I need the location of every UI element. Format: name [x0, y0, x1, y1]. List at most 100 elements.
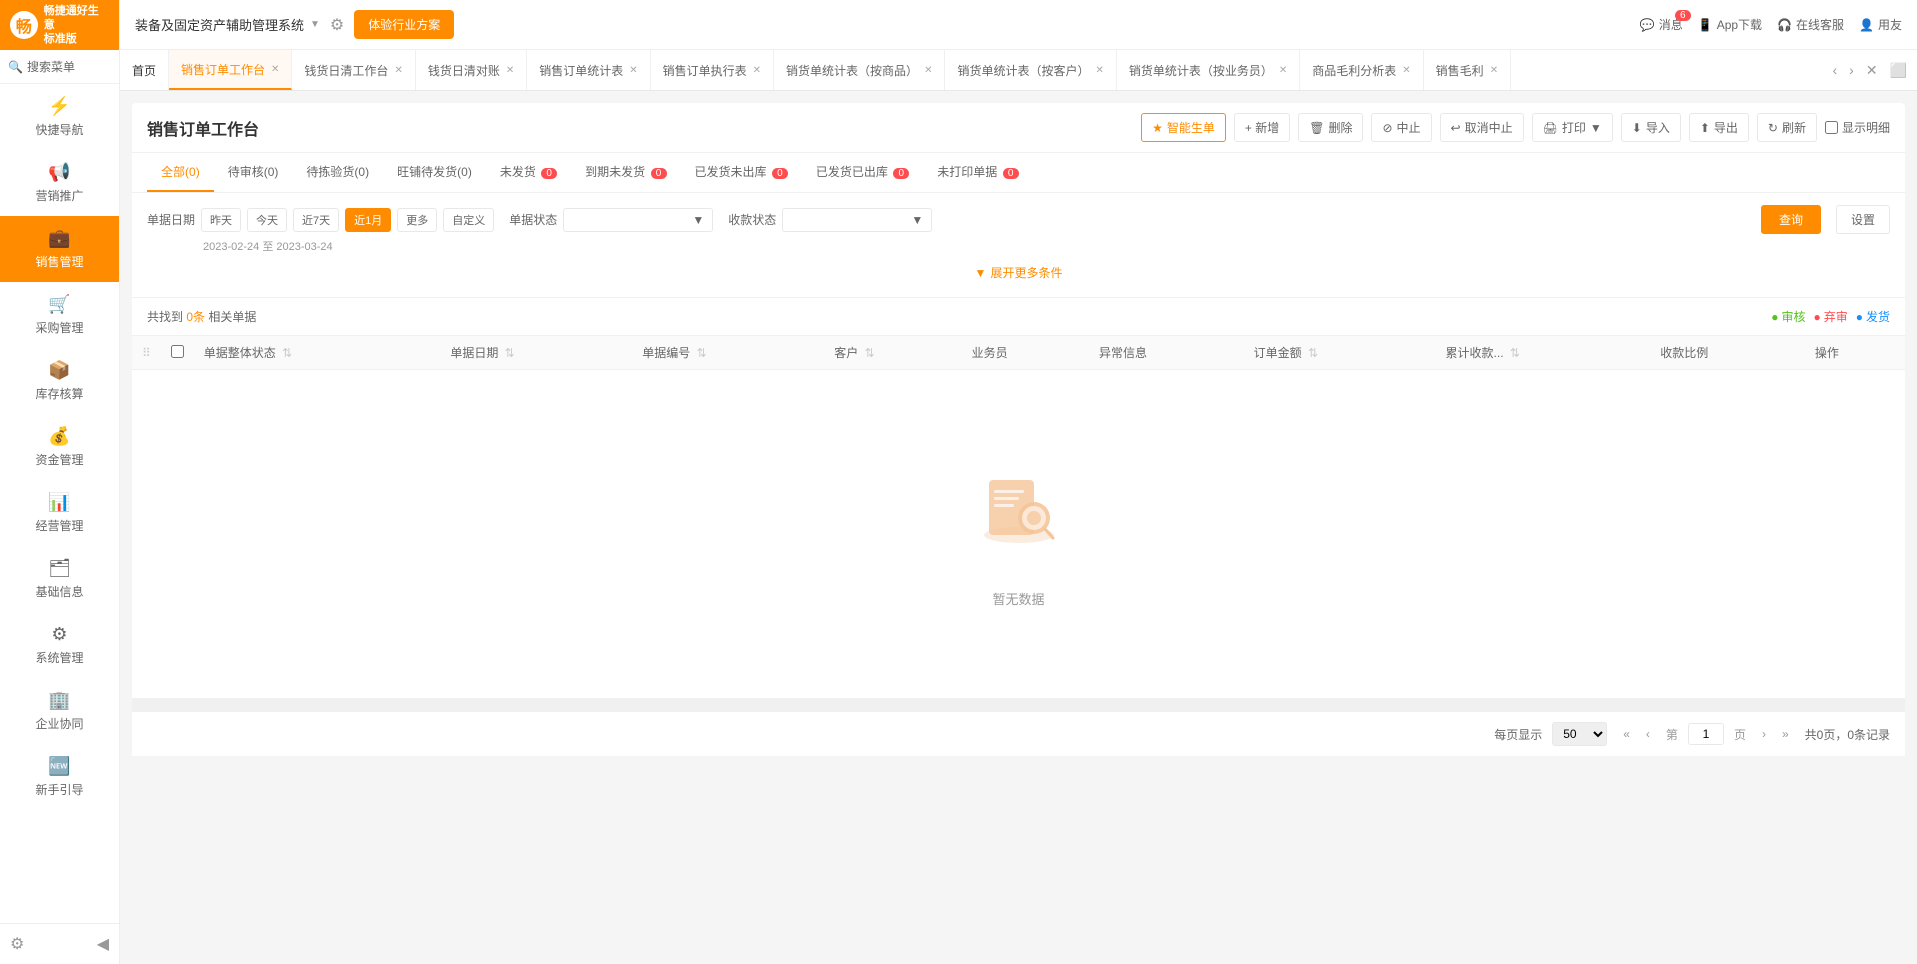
tab-sales-summary-product[interactable]: 销货单统计表（按商品） ✕ — [774, 50, 945, 90]
collapse-icon[interactable]: ◀ — [97, 934, 109, 954]
first-page-btn[interactable]: « — [1617, 725, 1636, 743]
tab-close-all-icon[interactable]: ✕ — [1862, 60, 1882, 81]
cancel-stop-btn[interactable]: ↩ 取消中止 — [1440, 113, 1524, 142]
per-page-select[interactable]: 10 20 50 100 — [1552, 722, 1607, 746]
tab-product-margin[interactable]: 商品毛利分析表 ✕ — [1300, 50, 1423, 90]
sidebar-item-purchase[interactable]: 🛒 采购管理 — [0, 282, 119, 348]
sidebar-item-system[interactable]: ⚙ 系统管理 — [0, 612, 119, 678]
trial-btn[interactable]: 体验行业方案 — [354, 10, 454, 39]
message-btn[interactable]: 💬 消息 6 — [1640, 16, 1683, 33]
status-select[interactable]: ▼ — [563, 208, 713, 232]
tab-close-sales-profit[interactable]: ✕ — [1490, 65, 1498, 76]
tab-close-sales-summary-product[interactable]: ✕ — [924, 65, 932, 76]
user-menu[interactable]: 👤 用友 — [1859, 16, 1902, 33]
next-page-btn[interactable]: › — [1756, 725, 1772, 743]
date-today[interactable]: 今天 — [247, 208, 287, 232]
search-menu[interactable]: 🔍 搜索菜单 — [0, 50, 119, 84]
table-actions: ● 审核 ● 弃审 ● 发货 — [1771, 308, 1890, 325]
set-btn[interactable]: 设置 — [1836, 205, 1890, 234]
sort-customer-icon[interactable]: ⇅ — [865, 346, 875, 360]
tab-sales-workbench[interactable]: 销售订单工作台 ✕ — [169, 50, 292, 90]
import-btn[interactable]: ⬇ 导入 — [1621, 113, 1681, 142]
status-dropdown-icon: ▼ — [692, 213, 704, 227]
tab-sales-profit[interactable]: 销售毛利 ✕ — [1424, 50, 1511, 90]
export-btn[interactable]: ⬆ 导出 — [1689, 113, 1749, 142]
filter-tab-not-shipped[interactable]: 未发货 0 — [486, 153, 571, 192]
tab-cash-daily[interactable]: 钱货日清工作台 ✕ — [292, 50, 415, 90]
tab-cash-reconcile[interactable]: 钱货日清对账 ✕ — [416, 50, 527, 90]
ship-action-btn[interactable]: ● 发货 — [1856, 308, 1890, 325]
sidebar-item-enterprise[interactable]: 🏢 企业协同 — [0, 678, 119, 744]
tab-sales-summary-customer[interactable]: 销货单统计表（按客户） ✕ — [945, 50, 1116, 90]
refresh-btn[interactable]: ↻ 刷新 — [1757, 113, 1817, 142]
stop-btn[interactable]: ⊘ 中止 — [1371, 113, 1431, 142]
last-page-btn[interactable]: » — [1776, 725, 1795, 743]
app-download-btn[interactable]: 📱 App下载 — [1698, 16, 1762, 33]
topbar-settings-icon[interactable]: ⚙ — [330, 15, 344, 35]
sidebar-item-basic[interactable]: 🗂 基础信息 — [0, 546, 119, 612]
date-yesterday[interactable]: 昨天 — [201, 208, 241, 232]
date-custom[interactable]: 自定义 — [443, 208, 494, 232]
sort-amount-icon[interactable]: ⇅ — [1308, 346, 1318, 360]
tab-maximize-icon[interactable]: ⬜ — [1886, 60, 1911, 81]
tab-close-cash-daily[interactable]: ✕ — [394, 65, 402, 76]
sort-number-icon[interactable]: ⇅ — [697, 346, 707, 360]
filter-tab-shipped-out[interactable]: 已发货已出库 0 — [802, 153, 923, 192]
sidebar-item-quick-nav[interactable]: ⚡ 快捷导航 — [0, 84, 119, 150]
tab-close-sales-exec[interactable]: ✕ — [753, 65, 761, 76]
expand-conditions-btn[interactable]: ▼ 展开更多条件 — [967, 260, 1071, 285]
delete-btn[interactable]: 🗑 删除 — [1298, 113, 1363, 142]
tabs-scroll-right-icon[interactable]: › — [1845, 60, 1858, 80]
show-detail-checkbox[interactable]: 显示明细 — [1825, 119, 1890, 136]
page-input[interactable] — [1688, 723, 1724, 745]
query-btn[interactable]: 查询 — [1761, 205, 1821, 234]
smart-generate-btn[interactable]: ★ 智能生单 — [1141, 113, 1226, 142]
cancel-review-btn[interactable]: ● 弃审 — [1813, 308, 1847, 325]
filter-tab-all[interactable]: 全部(0) — [147, 153, 214, 192]
filter-tab-overdue[interactable]: 到期未发货 0 — [571, 153, 680, 192]
prev-page-btn[interactable]: ‹ — [1640, 725, 1656, 743]
tab-home[interactable]: 首页 — [120, 50, 169, 90]
col-number: 单据编号 ⇅ — [632, 336, 824, 370]
sort-status-icon[interactable]: ⇅ — [282, 346, 292, 360]
finance-icon: 💰 — [48, 426, 70, 447]
sidebar-item-inventory[interactable]: 📦 库存核算 — [0, 348, 119, 414]
add-btn[interactable]: + 新增 — [1234, 113, 1290, 142]
filter-tab-shipped-not-out[interactable]: 已发货未出库 0 — [681, 153, 802, 192]
horizontal-scrollbar[interactable] — [132, 699, 1905, 711]
payment-select[interactable]: ▼ — [782, 208, 932, 232]
online-service-btn[interactable]: 🎧 在线客服 — [1777, 16, 1844, 33]
sidebar-item-operations[interactable]: 📊 经营管理 — [0, 480, 119, 546]
filter-tab-pending-review[interactable]: 待审核(0) — [214, 153, 293, 192]
sort-collected-icon[interactable]: ⇅ — [1510, 346, 1520, 360]
data-table: ⠿ 单据整体状态 ⇅ 单据日期 ⇅ 单据编号 ⇅ — [132, 336, 1905, 699]
tab-close-sales-summary-staff[interactable]: ✕ — [1279, 65, 1287, 76]
tab-close-cash-reconcile[interactable]: ✕ — [506, 65, 514, 76]
tabs-scroll-left-icon[interactable]: ‹ — [1828, 60, 1841, 80]
date-1month[interactable]: 近1月 — [345, 208, 391, 232]
sidebar-item-sales[interactable]: 💼 销售管理 — [0, 216, 119, 282]
review-action-btn[interactable]: ● 审核 — [1771, 308, 1805, 325]
filter-tab-pending-inspect[interactable]: 待拣验货(0) — [292, 153, 383, 192]
tab-close-sales-stats[interactable]: ✕ — [629, 65, 637, 76]
sidebar-item-finance[interactable]: 💰 资金管理 — [0, 414, 119, 480]
tab-sales-summary-staff[interactable]: 销货单统计表（按业务员） ✕ — [1117, 50, 1300, 90]
sort-date-icon[interactable]: ⇅ — [505, 346, 515, 360]
print-btn[interactable]: 🖨 打印 ▼ — [1532, 113, 1613, 142]
tab-sales-stats[interactable]: 销售订单统计表 ✕ — [527, 50, 650, 90]
filter-tab-wangpu[interactable]: 旺铺待发货(0) — [383, 153, 486, 192]
select-all-checkbox[interactable] — [171, 345, 184, 358]
date-more[interactable]: 更多 — [397, 208, 437, 232]
tab-close-sales-summary-customer[interactable]: ✕ — [1095, 65, 1103, 76]
sidebar-item-guide[interactable]: 🆕 新手引导 — [0, 744, 119, 810]
date-range-display: 2023-02-24 至 2023-03-24 — [147, 238, 1890, 254]
message-icon: 💬 — [1640, 18, 1655, 32]
date-7days[interactable]: 近7天 — [293, 208, 339, 232]
tab-close-sales-workbench[interactable]: ✕ — [271, 64, 279, 75]
settings-icon[interactable]: ⚙ — [10, 934, 24, 954]
tabs-navigation: ‹ › ✕ ⬜ — [1822, 60, 1917, 81]
tab-sales-exec[interactable]: 销售订单执行表 ✕ — [651, 50, 774, 90]
filter-tab-not-printed[interactable]: 未打印单据 0 — [923, 153, 1032, 192]
sidebar-item-marketing[interactable]: 📢 营销推广 — [0, 150, 119, 216]
tab-close-product-margin[interactable]: ✕ — [1402, 65, 1410, 76]
